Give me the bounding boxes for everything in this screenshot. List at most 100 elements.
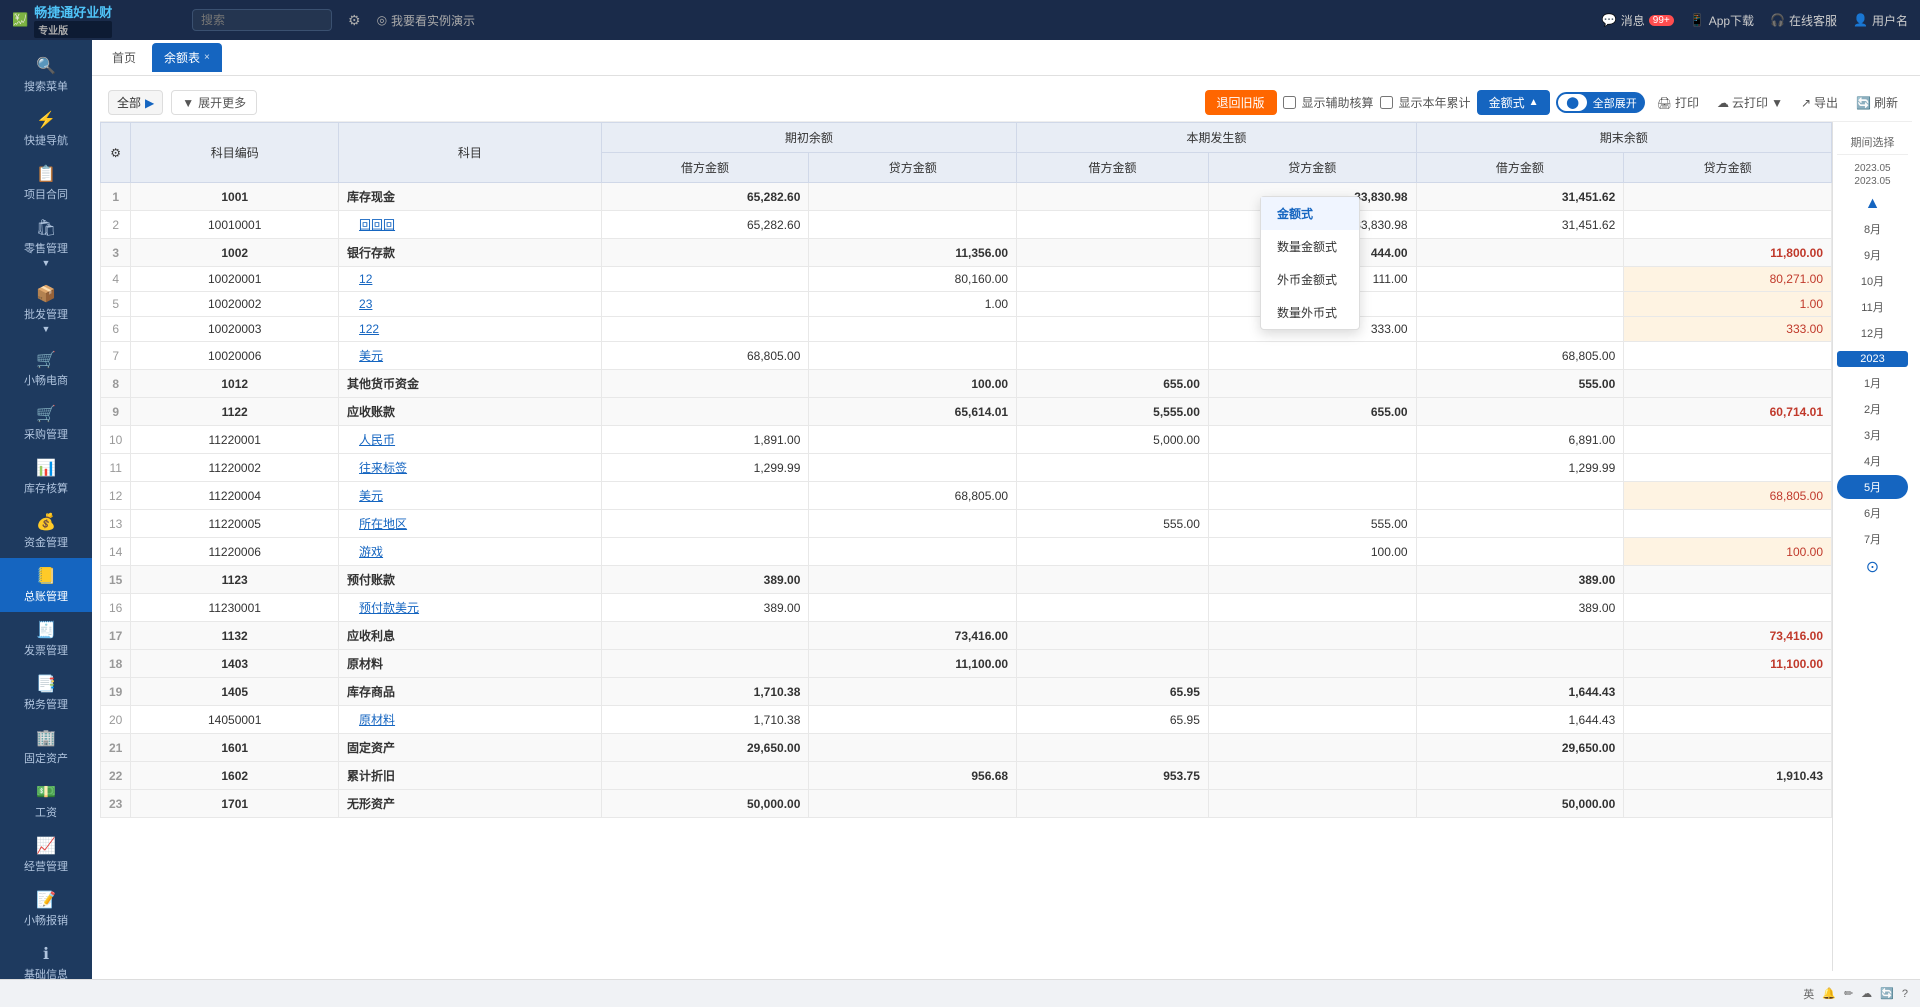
account-subject[interactable]: 应收利息 [339,622,602,650]
account-subject[interactable]: 固定资产 [339,734,602,762]
account-subject[interactable]: 应收账款 [339,398,602,426]
sidebar-item-expense[interactable]: 📝 小畅报销 [0,882,92,936]
sync-icon[interactable]: 🔄 [1880,987,1894,1000]
user-avatar[interactable]: 👤 用户名 [1853,12,1908,29]
account-subject[interactable]: 人民币 [339,426,602,454]
account-subject[interactable]: 往来标签 [339,454,602,482]
lang-btn[interactable]: 英 [1803,986,1814,1002]
top-search-input[interactable] [192,9,332,31]
closing-credit-header: 贷方金额 [1624,153,1832,183]
account-subject[interactable]: 库存现金 [339,183,602,211]
account-subject[interactable]: 美元 [339,342,602,370]
style-option-qty-foreign[interactable]: 数量外币式 [1261,296,1359,329]
account-subject[interactable]: 原材料 [339,650,602,678]
sidebar-item-nav[interactable]: ⚡ 快捷导航 [0,102,92,156]
demo-link[interactable]: ◎ 我要看实例演示 [377,12,476,29]
tab-home[interactable]: 首页 [100,43,148,72]
print-btn[interactable]: 🖨 打印 [1651,91,1705,114]
app-download-btn[interactable]: 📱 App下载 [1690,12,1754,29]
month-6[interactable]: 6月 [1837,501,1908,525]
account-subject[interactable]: 无形资产 [339,790,602,818]
account-subject[interactable]: 预付账款 [339,566,602,594]
auxiliary-checkbox[interactable] [1283,96,1296,109]
month-3[interactable]: 3月 [1837,423,1908,447]
sidebar-item-search[interactable]: 🔍 搜索菜单 [0,48,92,102]
breadcrumb-all[interactable]: 全部 ▶ [108,90,163,115]
account-subject[interactable]: 原材料 [339,706,602,734]
help-icon[interactable]: ? [1902,988,1908,1000]
sidebar-item-project[interactable]: 📋 项目合同 [0,156,92,210]
ytd-checkbox[interactable] [1380,96,1393,109]
back-old-version-btn[interactable]: 退回旧版 [1205,90,1277,115]
account-subject[interactable]: 游戏 [339,538,602,566]
style-option-qty-amount[interactable]: 数量金额式 [1261,230,1359,263]
assets-icon: 🏢 [36,728,56,748]
sidebar-item-inventory[interactable]: 📊 库存核算 [0,450,92,504]
account-subject[interactable]: 美元 [339,482,602,510]
month-5[interactable]: 5月 [1837,475,1908,499]
account-subject[interactable]: 累计折旧 [339,762,602,790]
sidebar-item-operation[interactable]: 📈 经营管理 [0,828,92,882]
table-wrapper[interactable]: ⚙ 科目编码 科目 期初余额 本期发生额 期末余额 借方金额 贷方金额 借方金额 [100,122,1832,971]
sidebar-item-ledger[interactable]: 📒 总账管理 [0,558,92,612]
table-right-layout: ⚙ 科目编码 科目 期初余额 本期发生额 期末余额 借方金额 贷方金额 借方金额 [100,122,1912,971]
sidebar-label: 库存核算 [24,480,68,496]
refresh-btn[interactable]: 🔄 刷新 [1850,91,1904,114]
notification-icon[interactable]: 🔔 [1822,987,1836,1000]
sidebar-item-fund[interactable]: 💰 资金管理 [0,504,92,558]
expand-more-btn[interactable]: ▼ 展开更多 [171,90,257,115]
sidebar-item-invoice[interactable]: 🧾 发票管理 [0,612,92,666]
style-dropdown-btn[interactable]: 金额式 ▲ [1477,90,1551,115]
account-subject[interactable]: 库存商品 [339,678,602,706]
sidebar-item-retail[interactable]: 🛍 零售管理 ▼ [0,210,92,276]
month-2[interactable]: 2月 [1837,397,1908,421]
settings-icon[interactable]: ⚙ [348,12,361,29]
account-subject[interactable]: 回回回 [339,211,602,239]
current-debit-cell [1017,211,1209,239]
sidebar-item-salary[interactable]: 💵 工资 [0,774,92,828]
style-option-amount[interactable]: 金额式 [1261,197,1359,230]
sidebar-item-purchase[interactable]: 🛒 采购管理 [0,396,92,450]
sidebar-item-ecommerce[interactable]: 🛒 小畅电商 [0,342,92,396]
style-option-foreign-amount[interactable]: 外币金额式 [1261,263,1359,296]
cloud-print-btn[interactable]: ☁ 云打印 ▼ [1711,91,1789,114]
account-subject[interactable]: 12 [339,267,602,292]
sidebar-item-wholesale[interactable]: 📦 批发管理 ▼ [0,276,92,342]
tab-close-btn[interactable]: × [204,52,210,63]
export-btn[interactable]: ↗ 导出 [1795,91,1844,114]
account-subject[interactable]: 23 [339,292,602,317]
sidebar-item-tax[interactable]: 📑 税务管理 [0,666,92,720]
sidebar-item-basic[interactable]: ℹ 基础信息 [0,936,92,979]
account-code: 11220005 [131,510,339,538]
settings-col-header[interactable]: ⚙ [101,123,131,183]
main-layout: 🔍 搜索菜单 ⚡ 快捷导航 📋 项目合同 🛍 零售管理 ▼ 📦 批发管理 ▼ 🛒… [0,40,1920,979]
scroll-up-btn[interactable]: ▲ [1837,191,1908,217]
year-2023[interactable]: 2023 [1837,351,1908,367]
month-7[interactable]: 7月 [1837,527,1908,551]
message-btn[interactable]: 💬 消息 99+ [1602,12,1674,29]
current-credit-cell [1208,370,1416,398]
sidebar-item-fixedassets[interactable]: 🏢 固定资产 [0,720,92,774]
month-4[interactable]: 4月 [1837,449,1908,473]
month-1[interactable]: 1月 [1837,371,1908,395]
cloud-status-icon[interactable]: ☁ [1861,987,1872,1000]
edit-icon[interactable]: ✏ [1844,987,1853,1000]
closing-debit-cell [1416,239,1624,267]
account-subject[interactable]: 122 [339,317,602,342]
tab-balance[interactable]: 余额表 × [152,43,222,72]
month-9[interactable]: 9月 [1837,243,1908,267]
online-service-btn[interactable]: 🎧 在线客服 [1770,12,1837,29]
account-subject[interactable]: 所在地区 [339,510,602,538]
account-subject[interactable]: 预付款美元 [339,594,602,622]
month-11[interactable]: 11月 [1837,295,1908,319]
expand-all-toggle[interactable]: ⬤ 全部展开 [1556,92,1644,113]
account-subject[interactable]: 银行存款 [339,239,602,267]
sidebar-label: 项目合同 [24,186,68,202]
month-12[interactable]: 12月 [1837,321,1908,345]
opening-credit-cell [809,566,1017,594]
month-8[interactable]: 8月 [1837,217,1908,241]
account-subject[interactable]: 其他货币资金 [339,370,602,398]
month-10[interactable]: 10月 [1837,269,1908,293]
scroll-down-btn[interactable]: ⊙ [1837,553,1908,581]
chevron-up-icon: ▲ [1529,97,1539,108]
